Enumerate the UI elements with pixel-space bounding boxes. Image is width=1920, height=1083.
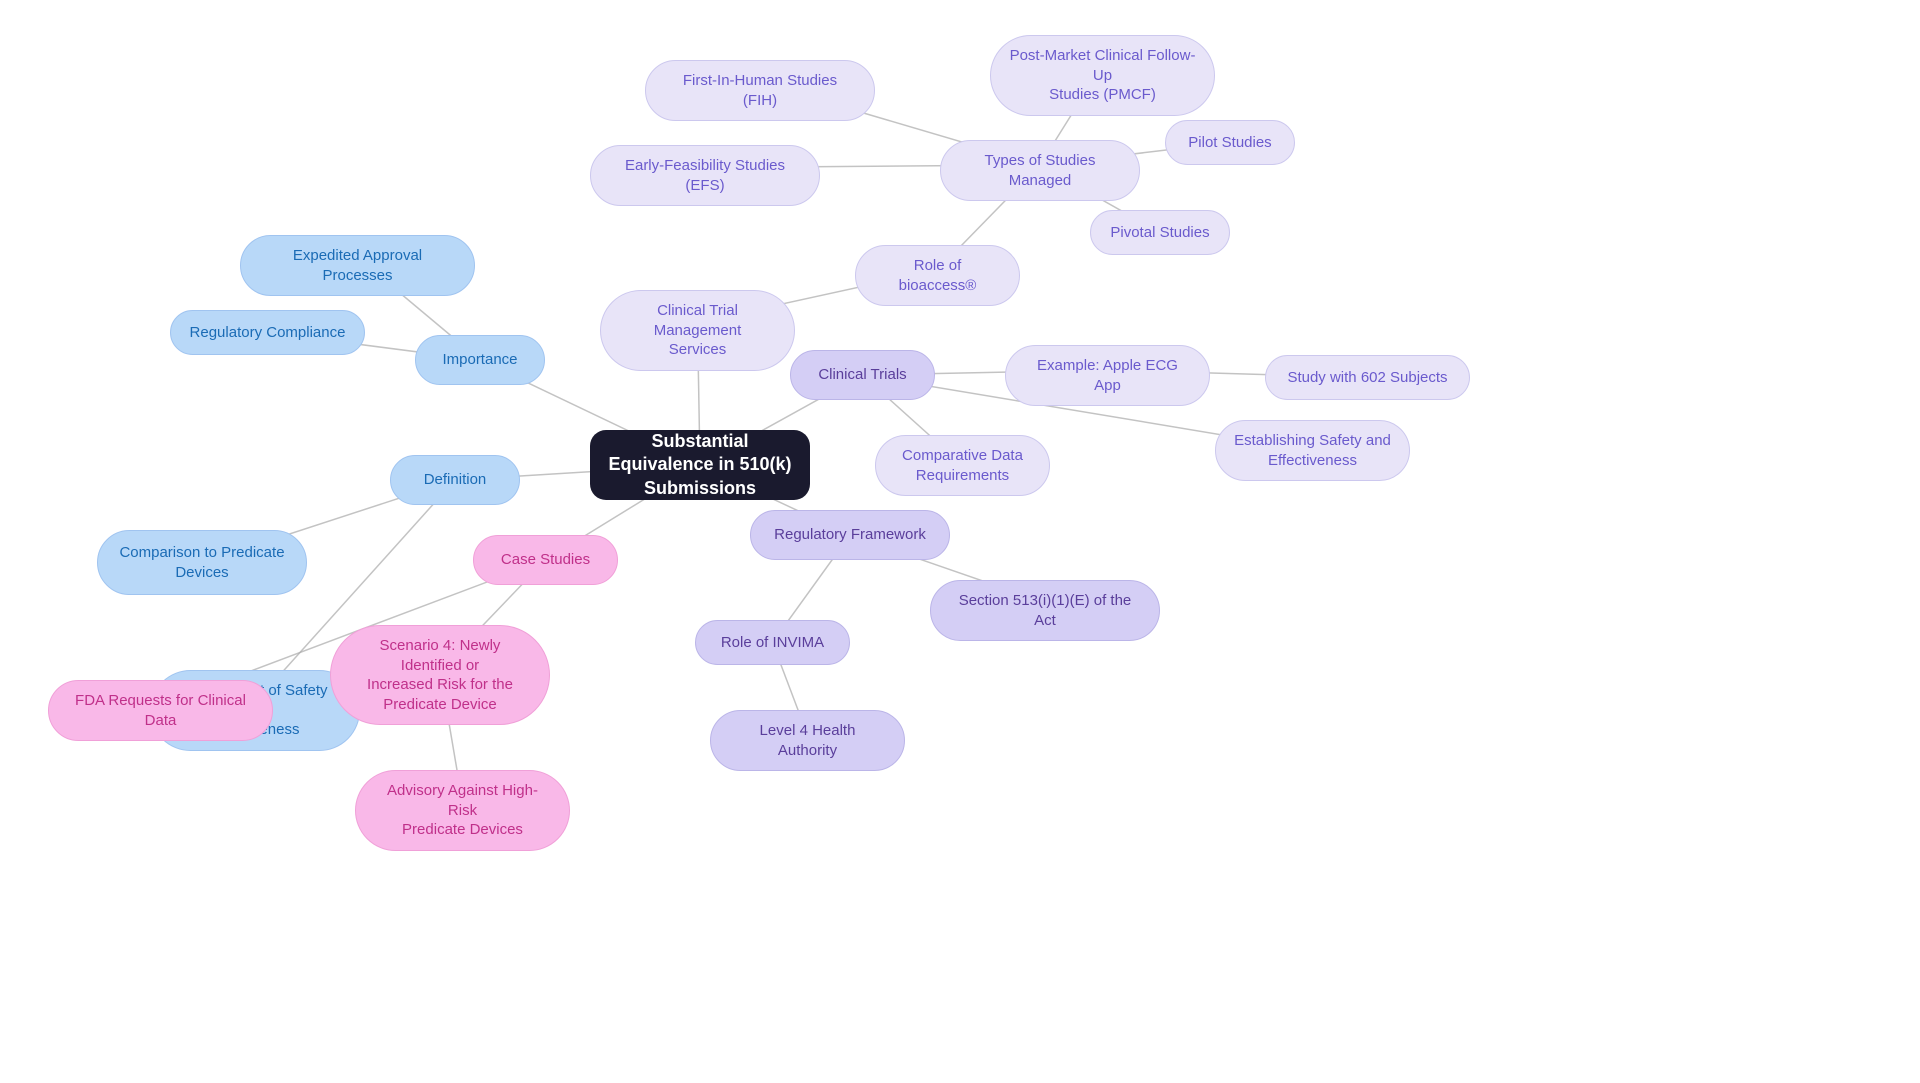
node-comparative-data[interactable]: Comparative DataRequirements: [875, 435, 1050, 496]
node-role-invima[interactable]: Role of INVIMA: [695, 620, 850, 665]
node-definition[interactable]: Definition: [390, 455, 520, 505]
node-early-feasibility[interactable]: Early-Feasibility Studies (EFS): [590, 145, 820, 206]
node-regulatory-framework[interactable]: Regulatory Framework: [750, 510, 950, 560]
node-types-studies[interactable]: Types of Studies Managed: [940, 140, 1140, 201]
node-role-bioaccess[interactable]: Role of bioaccess®: [855, 245, 1020, 306]
node-establishing-safety[interactable]: Establishing Safety andEffectiveness: [1215, 420, 1410, 481]
center-node[interactable]: Substantial Equivalence in 510(k) Submis…: [590, 430, 810, 500]
node-importance[interactable]: Importance: [415, 335, 545, 385]
node-comparison[interactable]: Comparison to PredicateDevices: [97, 530, 307, 595]
node-study-602[interactable]: Study with 602 Subjects: [1265, 355, 1470, 400]
node-first-in-human[interactable]: First-In-Human Studies (FIH): [645, 60, 875, 121]
node-level4-health[interactable]: Level 4 Health Authority: [710, 710, 905, 771]
node-clinical-trial-mgmt[interactable]: Clinical Trial ManagementServices: [600, 290, 795, 371]
node-section-513[interactable]: Section 513(i)(1)(E) of the Act: [930, 580, 1160, 641]
node-regulatory-compliance[interactable]: Regulatory Compliance: [170, 310, 365, 355]
mindmap-container: Substantial Equivalence in 510(k) Submis…: [0, 0, 1920, 1083]
node-expedited-approval[interactable]: Expedited Approval Processes: [240, 235, 475, 296]
node-advisory[interactable]: Advisory Against High-RiskPredicate Devi…: [355, 770, 570, 851]
node-pivotal-studies[interactable]: Pivotal Studies: [1090, 210, 1230, 255]
node-clinical-trials[interactable]: Clinical Trials: [790, 350, 935, 400]
node-fda-requests[interactable]: FDA Requests for Clinical Data: [48, 680, 273, 741]
node-pilot-studies[interactable]: Pilot Studies: [1165, 120, 1295, 165]
node-pmcf[interactable]: Post-Market Clinical Follow-UpStudies (P…: [990, 35, 1215, 116]
node-case-studies[interactable]: Case Studies: [473, 535, 618, 585]
node-scenario4[interactable]: Scenario 4: Newly Identified orIncreased…: [330, 625, 550, 725]
node-example-apple[interactable]: Example: Apple ECG App: [1005, 345, 1210, 406]
